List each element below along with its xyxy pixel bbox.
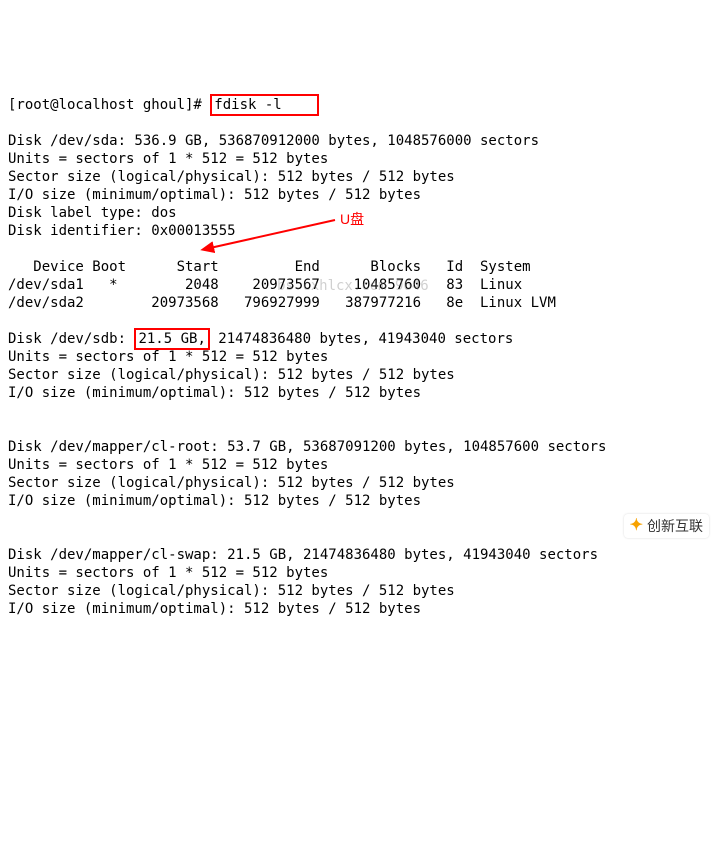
brand-badge-icon: ✦ [630,517,643,535]
brand-badge-text: 创新互联 [647,517,703,535]
disk-sda-units: Units = sectors of 1 * 512 = 512 bytes [8,151,328,167]
sdb-size-highlight-box: 21.5 GB, [134,328,209,350]
disk-sdb-suffix: 21474836480 bytes, 41943040 sectors [210,331,513,347]
disk-clswap-units: Units = sectors of 1 * 512 = 512 bytes [8,565,328,581]
command-highlight-box: fdisk -l [210,94,319,116]
annotation-label: U盘 [340,210,364,228]
disk-sdb-sector: Sector size (logical/physical): 512 byte… [8,367,455,383]
prompt-text: [root@localhost ghoul]# [8,97,210,113]
disk-sdb-size: 21.5 GB, [138,331,205,347]
partition-table-header: Device Boot Start End Blocks Id System [8,259,531,275]
disk-clroot-sector: Sector size (logical/physical): 512 byte… [8,475,455,491]
partition-row-sda1: /dev/sda1 * 2048 20973567 10485760 83 Li… [8,277,522,293]
disk-clroot-units: Units = sectors of 1 * 512 = 512 bytes [8,457,328,473]
disk-sda-header: Disk /dev/sda: 536.9 GB, 536870912000 by… [8,133,539,149]
partition-row-sda2: /dev/sda2 20973568 796927999 387977216 8… [8,295,556,311]
disk-sda-identifier: Disk identifier: 0x00013555 [8,223,236,239]
disk-sda-labeltype: Disk label type: dos [8,205,177,221]
terminal-output: [root@localhost ghoul]# fdisk -l Disk /d… [8,78,707,618]
disk-sda-sector: Sector size (logical/physical): 512 byte… [8,169,455,185]
disk-clroot-io: I/O size (minimum/optimal): 512 bytes / … [8,493,421,509]
disk-clroot-header: Disk /dev/mapper/cl-root: 53.7 GB, 53687… [8,439,606,455]
disk-clswap-io: I/O size (minimum/optimal): 512 bytes / … [8,601,421,617]
disk-sdb-units: Units = sectors of 1 * 512 = 512 bytes [8,349,328,365]
disk-sda-io: I/O size (minimum/optimal): 512 bytes / … [8,187,421,203]
disk-sdb-prefix: Disk /dev/sdb: [8,331,134,347]
disk-clswap-header: Disk /dev/mapper/cl-swap: 21.5 GB, 21474… [8,547,598,563]
command-text: fdisk -l [214,97,281,113]
disk-sdb-io: I/O size (minimum/optimal): 512 bytes / … [8,385,421,401]
disk-clswap-sector: Sector size (logical/physical): 512 byte… [8,583,455,599]
brand-badge: ✦ 创新互联 [624,514,709,538]
